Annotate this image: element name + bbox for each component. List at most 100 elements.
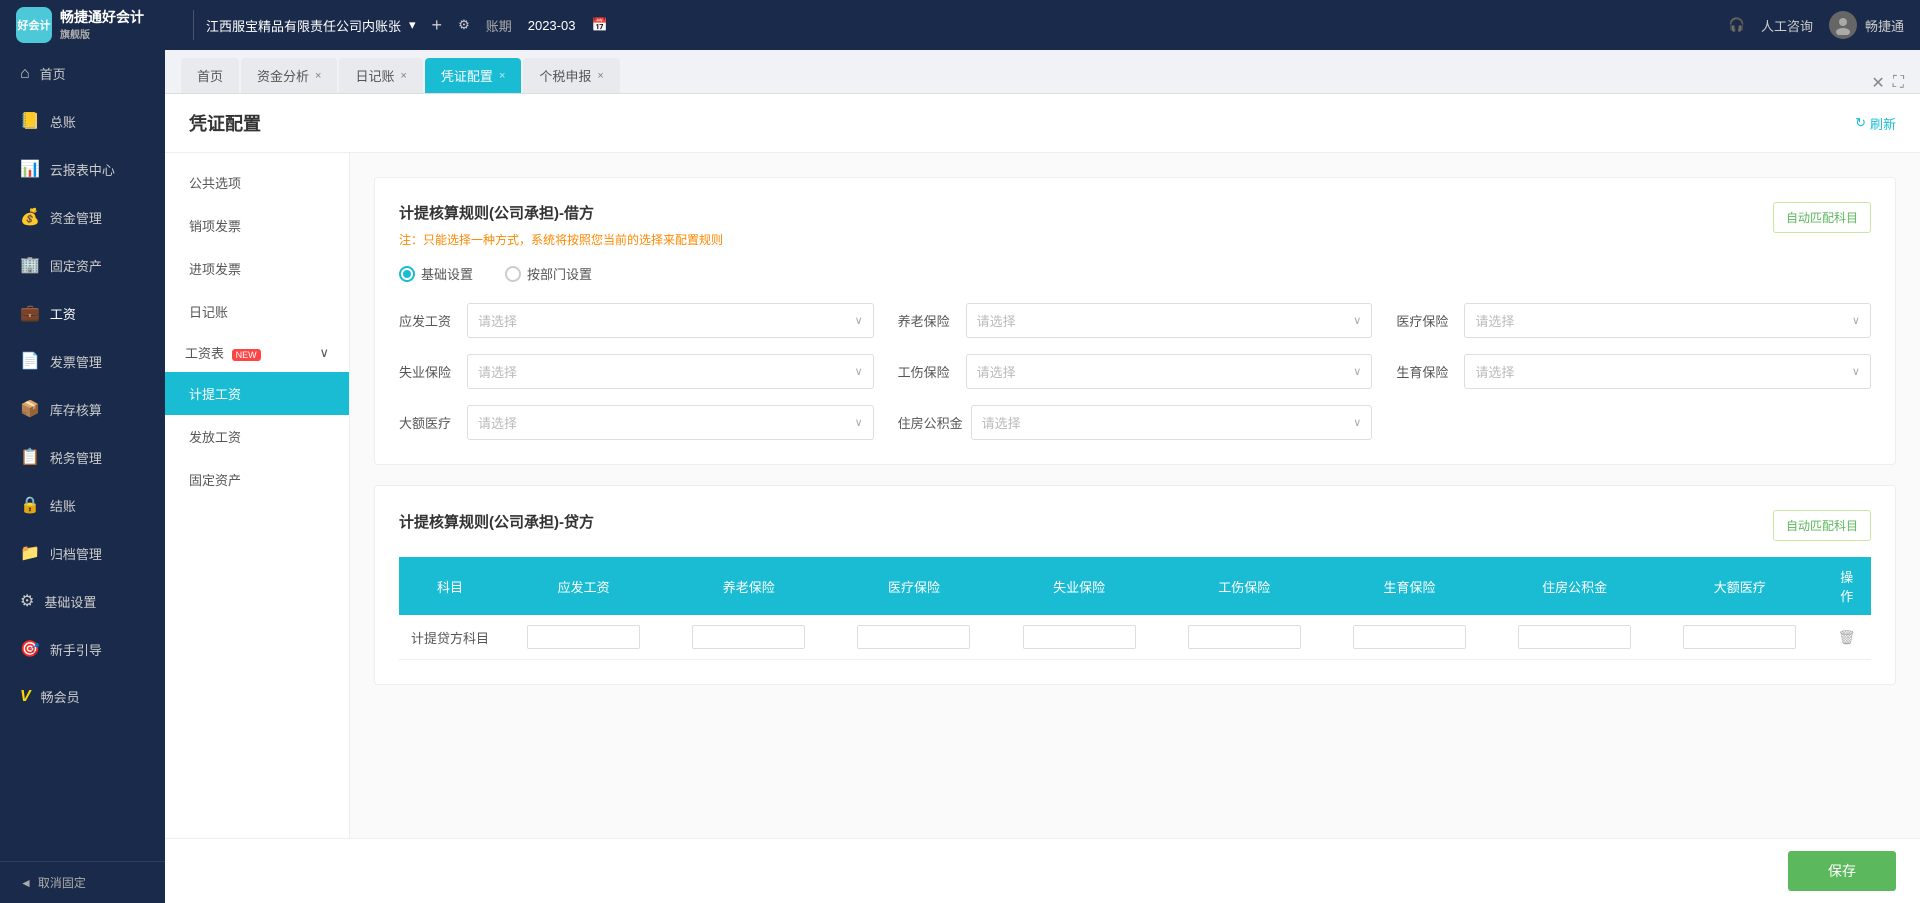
sidebar-item-archive[interactable]: 📁 归档管理 [0, 529, 165, 577]
sidebar-item-home[interactable]: ⌂ 首页 [0, 50, 165, 97]
select-arrow-injury: ∨ [1353, 365, 1361, 378]
debit-section: 计提核算规则(公司承担)-借方 注：只能选择一种方式，系统将按照您当前的选择来配… [374, 177, 1896, 465]
sidebar-item-invoice[interactable]: 📄 发票管理 [0, 337, 165, 385]
col-subject: 科目 [399, 557, 501, 615]
tab-close-voucher[interactable]: × [499, 70, 505, 82]
refresh-button[interactable]: ↻ 刷新 [1855, 114, 1896, 133]
input-maternity[interactable] [1353, 625, 1466, 649]
select-apply-salary[interactable]: 请选择 ∨ [467, 303, 874, 338]
sidebar-item-reports[interactable]: 📊 云报表中心 [0, 145, 165, 193]
sidebar-item-member[interactable]: V 畅会员 [0, 673, 165, 720]
add-button[interactable]: + [432, 15, 443, 36]
select-arrow-apply-salary: ∨ [855, 314, 863, 327]
input-injury[interactable] [1188, 625, 1301, 649]
sidebar-item-close[interactable]: 🔒 结账 [0, 481, 165, 529]
cancel-fixed-btn[interactable]: ◄ 取消固定 [0, 861, 165, 903]
tab-journal[interactable]: 日记账 × [339, 58, 422, 93]
sidebar-item-settings[interactable]: ⚙ 基础设置 [0, 577, 165, 625]
tab-voucher[interactable]: 凭证配置 × [425, 58, 521, 93]
credit-auto-match-btn[interactable]: 自动匹配科目 [1773, 510, 1871, 541]
page-header: 凭证配置 ↻ 刷新 [165, 94, 1920, 153]
select-maternity[interactable]: 请选择 ∨ [1464, 354, 1871, 389]
sidebar-item-ledger[interactable]: 📒 总账 [0, 97, 165, 145]
headset-icon: 🎧 [1729, 17, 1745, 33]
debit-auto-match-btn[interactable]: 自动匹配科目 [1773, 202, 1871, 233]
select-unemployment[interactable]: 请选择 ∨ [467, 354, 874, 389]
select-medical[interactable]: 请选择 ∨ [1464, 303, 1871, 338]
select-large-medical[interactable]: 请选择 ∨ [467, 405, 874, 440]
select-arrow-housing-fund: ∨ [1353, 416, 1361, 429]
credit-section: 计提核算规则(公司承担)-贷方 自动匹配科目 科目 应发工资 养老保险 医疗保险 [374, 485, 1896, 685]
label-maternity: 生育保险 [1396, 362, 1456, 381]
input-apply-salary[interactable] [527, 625, 640, 649]
nav-fixed-assets[interactable]: 固定资产 [165, 458, 349, 501]
sidebar-item-inventory[interactable]: 📦 库存核算 [0, 385, 165, 433]
input-large-medical[interactable] [1683, 625, 1796, 649]
select-arrow-unemployment: ∨ [855, 365, 863, 378]
field-medical: 医疗保险 请选择 ∨ [1396, 303, 1871, 338]
input-pension[interactable] [692, 625, 805, 649]
cell-pension [666, 615, 831, 660]
select-housing-fund[interactable]: 请选择 ∨ [971, 405, 1373, 440]
assets-icon: 🏢 [20, 255, 40, 275]
new-badge: NEW [232, 349, 261, 361]
cell-large-medical [1657, 615, 1822, 660]
radio-basic[interactable]: 基础设置 [399, 264, 473, 283]
save-button[interactable]: 保存 [1788, 851, 1896, 891]
sidebar-item-assets[interactable]: 🏢 固定资产 [0, 241, 165, 289]
nav-public[interactable]: 公共选项 [165, 161, 349, 204]
tab-bar: 首页 资金分析 × 日记账 × 凭证配置 × 个税申报 × ✕ ⛶ [165, 50, 1920, 94]
credit-section-title: 计提核算规则(公司承担)-贷方 [399, 511, 594, 532]
input-unemployment[interactable] [1023, 625, 1136, 649]
top-bar: 好会计 畅捷通好会计 旗舰版 江西服宝精品有限责任公司内账张 ▾ + ⚙ 账期 … [0, 0, 1920, 50]
label-medical: 医疗保险 [1396, 311, 1456, 330]
radio-dept[interactable]: 按部门设置 [505, 264, 592, 283]
cell-injury [1162, 615, 1327, 660]
nav-purchase[interactable]: 进项发票 [165, 247, 349, 290]
ai-consult-btn[interactable]: 人工咨询 [1761, 16, 1813, 35]
tab-close-all-icon[interactable]: ✕ [1871, 73, 1884, 93]
tab-close-journal[interactable]: × [400, 70, 406, 82]
nav-journal[interactable]: 日记账 [165, 290, 349, 333]
col-pension: 养老保险 [666, 557, 831, 615]
nav-salary-table[interactable]: 工资表 NEW ∨ [165, 333, 349, 372]
sidebar: ⌂ 首页 📒 总账 📊 云报表中心 💰 资金管理 🏢 固定资产 💼 工资 📄 发… [0, 50, 165, 903]
calendar-icon[interactable]: 📅 [591, 17, 607, 33]
archive-icon: 📁 [20, 543, 40, 563]
col-injury: 工伤保险 [1162, 557, 1327, 615]
nav-sales[interactable]: 销项发票 [165, 204, 349, 247]
tab-close-tax[interactable]: × [597, 70, 603, 82]
tab-capital[interactable]: 资金分析 × [241, 58, 337, 93]
delete-row-btn[interactable]: 🗑 [1838, 629, 1856, 645]
capital-icon: 💰 [20, 207, 40, 227]
tab-home[interactable]: 首页 [181, 58, 239, 93]
debit-form-grid: 应发工资 请选择 ∨ 养老保险 请选择 ∨ [399, 303, 1871, 440]
select-pension[interactable]: 请选择 ∨ [966, 303, 1373, 338]
tab-tax[interactable]: 个税申报 × [523, 58, 619, 93]
field-injury: 工伤保险 请选择 ∨ [898, 354, 1373, 389]
tab-close-capital[interactable]: × [315, 70, 321, 82]
reports-icon: 📊 [20, 159, 40, 179]
nav-accrue[interactable]: 计提工资 [165, 372, 349, 415]
input-medical[interactable] [857, 625, 970, 649]
ledger-icon: 📒 [20, 111, 40, 131]
settings-icon[interactable]: ⚙ [458, 17, 470, 33]
input-housing-fund[interactable] [1518, 625, 1631, 649]
tab-expand-icon[interactable]: ⛶ [1893, 74, 1904, 92]
close-period-icon: 🔒 [20, 495, 40, 515]
sidebar-item-salary[interactable]: 💼 工资 [0, 289, 165, 337]
app-logo: 好会计 [16, 7, 52, 43]
radio-group: 基础设置 按部门设置 [399, 264, 1871, 283]
select-arrow-maternity: ∨ [1852, 365, 1860, 378]
salary-icon: 💼 [20, 303, 40, 323]
sidebar-item-capital[interactable]: 💰 资金管理 [0, 193, 165, 241]
left-nav: 公共选项 销项发票 进项发票 日记账 工资表 NEW [165, 153, 350, 903]
tax-icon: 📋 [20, 447, 40, 467]
cell-medical [831, 615, 996, 660]
sidebar-item-guide[interactable]: 🎯 新手引导 [0, 625, 165, 673]
sidebar-item-tax[interactable]: 📋 税务管理 [0, 433, 165, 481]
nav-pay[interactable]: 发放工资 [165, 415, 349, 458]
select-injury[interactable]: 请选择 ∨ [966, 354, 1373, 389]
company-selector[interactable]: 江西服宝精品有限责任公司内账张 ▾ [206, 16, 416, 35]
label-apply-salary: 应发工资 [399, 311, 459, 330]
